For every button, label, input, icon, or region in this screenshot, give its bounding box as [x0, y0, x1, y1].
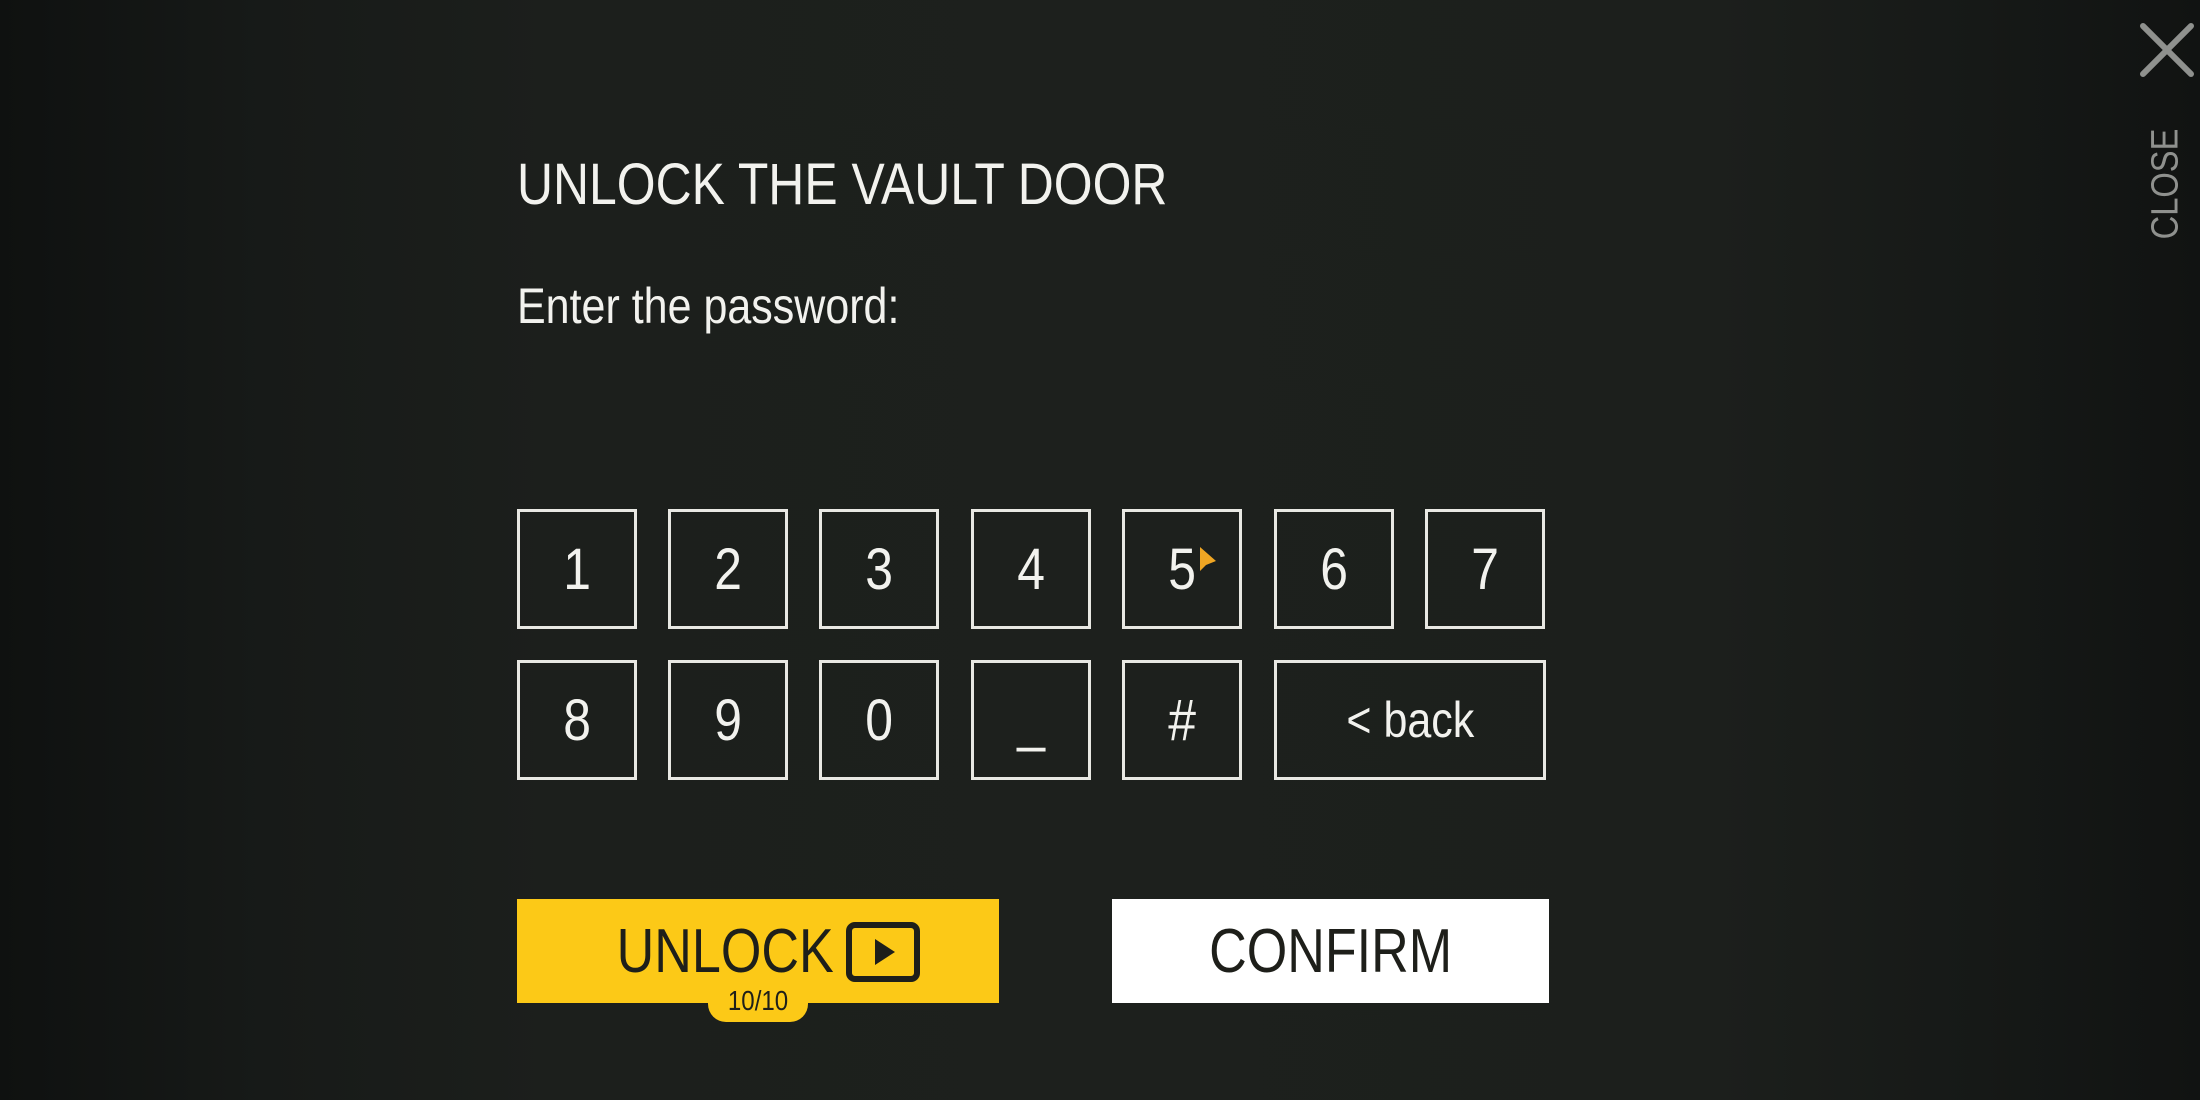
key-1[interactable]: 1: [517, 509, 637, 629]
key-3[interactable]: 3: [819, 509, 939, 629]
close-icon[interactable]: [2139, 22, 2195, 78]
confirm-button[interactable]: CONFIRM: [1112, 899, 1549, 1003]
close-label[interactable]: CLOSE: [2145, 129, 2188, 240]
key-9[interactable]: 9: [668, 660, 788, 780]
unlock-count-badge: 10/10: [708, 980, 808, 1022]
mouse-cursor-icon: [1200, 547, 1216, 571]
key-0[interactable]: 0: [819, 660, 939, 780]
password-prompt: Enter the password:: [517, 278, 900, 334]
back-button[interactable]: < back: [1274, 660, 1546, 780]
key-underscore[interactable]: _: [971, 660, 1091, 780]
close-button[interactable]: CLOSE: [2130, 18, 2194, 258]
play-video-icon: [846, 922, 921, 982]
key-7[interactable]: 7: [1425, 509, 1545, 629]
confirm-label: CONFIRM: [1208, 916, 1452, 986]
key-5[interactable]: 5: [1122, 509, 1242, 629]
dialog-title: UNLOCK THE VAULT DOOR: [517, 152, 1168, 217]
key-6[interactable]: 6: [1274, 509, 1394, 629]
unlock-label: UNLOCK: [616, 916, 834, 986]
key-hash[interactable]: #: [1122, 660, 1242, 780]
key-2[interactable]: 2: [668, 509, 788, 629]
key-8[interactable]: 8: [517, 660, 637, 780]
key-4[interactable]: 4: [971, 509, 1091, 629]
